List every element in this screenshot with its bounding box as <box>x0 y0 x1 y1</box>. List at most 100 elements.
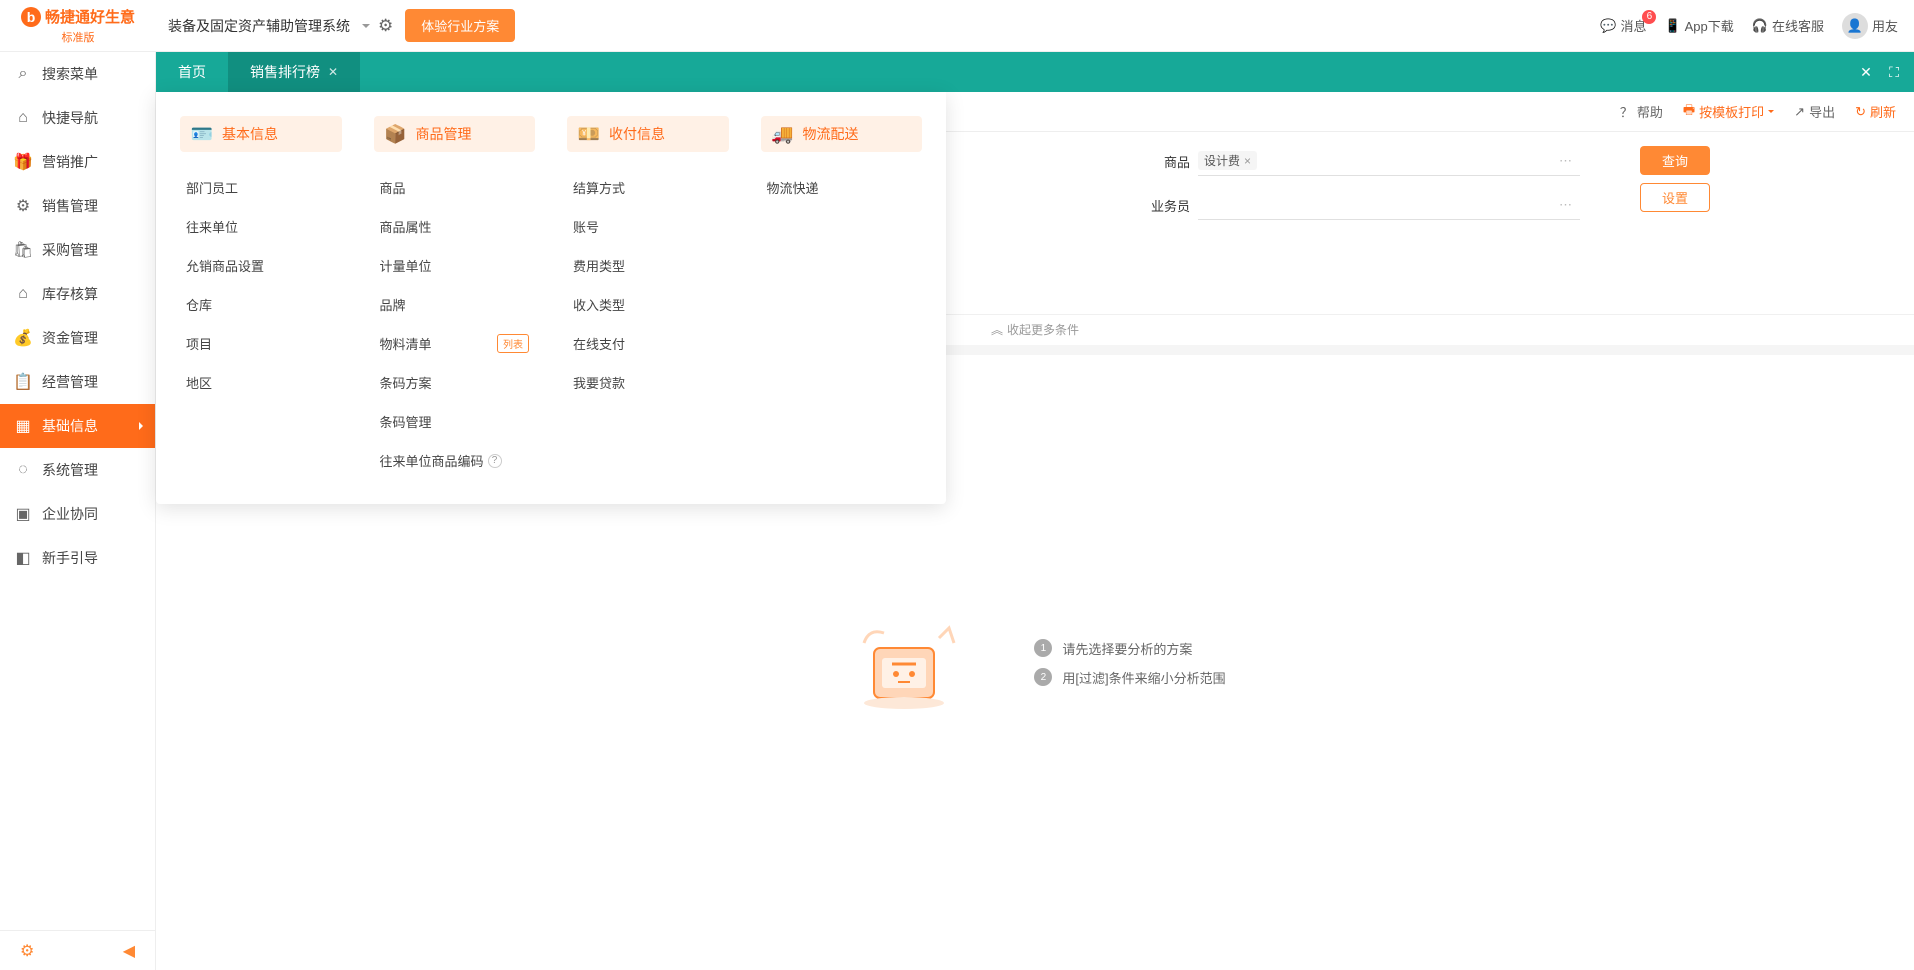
menu-item-allowed-products[interactable]: 允销商品设置 <box>180 246 342 285</box>
sidebar-item-marketing[interactable]: 🎁营销推广 <box>0 140 155 184</box>
close-all-tabs-icon[interactable]: ✕ <box>1854 60 1878 84</box>
menu-item-settlement[interactable]: 结算方式 <box>567 168 729 207</box>
brand-logo[interactable]: b 畅捷通好生意 标准版 <box>0 6 156 45</box>
help-icon[interactable]: ? <box>488 454 502 468</box>
sidebar-item-operation[interactable]: 📋经营管理 <box>0 360 155 404</box>
sidebar-item-quick-nav[interactable]: ⌂快捷导航 <box>0 96 155 140</box>
sidebar-item-label: 销售管理 <box>42 196 98 216</box>
menu-item-account[interactable]: 账号 <box>567 207 729 246</box>
menu-item-partner-product-code[interactable]: 往来单位商品编码 ? <box>374 441 536 480</box>
menu-item-brand[interactable]: 品牌 <box>374 285 536 324</box>
fullscreen-icon[interactable]: ⛶ <box>1882 60 1906 84</box>
menu-item-product[interactable]: 商品 <box>374 168 536 207</box>
sidebar-item-purchase[interactable]: 🛍采购管理 <box>0 228 155 272</box>
tab-sales-ranking[interactable]: 销售排行榜 ✕ <box>228 52 360 92</box>
gift-icon: 🎁 <box>14 153 32 171</box>
product-tag[interactable]: 设计费 × <box>1198 151 1257 170</box>
tabs-bar: 首页 销售排行榜 ✕ ✕ ⛶ <box>156 52 1914 92</box>
empty-step-1: 1 请先选择要分析的方案 <box>1034 639 1225 658</box>
settings-footer-icon[interactable]: ⚙ <box>20 941 34 961</box>
sidebar-item-sales[interactable]: ⚙ 销售管理 <box>0 184 155 228</box>
layout-icon: ◧ <box>14 549 32 567</box>
sidebar-item-search-menu[interactable]: ⌕搜索菜单 <box>0 52 155 96</box>
circle-icon: ◌ <box>14 461 32 479</box>
menu-item-loan[interactable]: 我要贷款 <box>567 363 729 402</box>
chevron-right-icon <box>139 422 147 430</box>
menu-col-product-mgmt: 📦 商品管理 商品 商品属性 计量单位 品牌 物料清单 列表 条码方案 条码管理… <box>360 116 550 480</box>
menu-header-label: 商品管理 <box>416 124 472 144</box>
chat-icon: 💬 <box>1600 18 1616 34</box>
tag-close-icon[interactable]: × <box>1244 154 1251 168</box>
menu-item-unit[interactable]: 计量单位 <box>374 246 536 285</box>
help-button[interactable]: ？帮助 <box>1620 102 1663 121</box>
template-print-button[interactable]: 🖶按模板打印 <box>1683 101 1774 123</box>
settings-button[interactable]: 设置 <box>1640 183 1710 212</box>
sidebar-item-basic-info[interactable]: ▦基础信息 <box>0 404 155 448</box>
menu-item-income-type[interactable]: 收入类型 <box>567 285 729 324</box>
ellipsis-icon[interactable]: ⋯ <box>1559 197 1574 213</box>
collapse-sidebar-icon[interactable]: ◀ <box>123 941 135 961</box>
menu-item-barcode-mgmt[interactable]: 条码管理 <box>374 402 536 441</box>
truck-icon: 🚚 <box>771 122 795 146</box>
mobile-icon: 📱 <box>1664 18 1680 34</box>
sidebar-item-label: 搜索菜单 <box>42 64 98 84</box>
menu-item-partner-units[interactable]: 往来单位 <box>180 207 342 246</box>
chevron-down-icon <box>1768 110 1774 116</box>
menu-item-project[interactable]: 项目 <box>180 324 342 363</box>
menu-header-basic-info: 🪪 基本信息 <box>180 116 342 152</box>
user-menu[interactable]: 👤 用友 <box>1842 13 1898 39</box>
menu-item-warehouse[interactable]: 仓库 <box>180 285 342 324</box>
collapse-conditions-link[interactable]: ︽ 收起更多条件 <box>991 321 1079 338</box>
menu-item-product-attr[interactable]: 商品属性 <box>374 207 536 246</box>
menu-item-barcode-scheme[interactable]: 条码方案 <box>374 363 536 402</box>
user-avatar-icon: 👤 <box>1842 13 1868 39</box>
menu-header-product-mgmt: 📦 商品管理 <box>374 116 536 152</box>
system-select[interactable]: 装备及固定资产辅助管理系统 <box>168 16 370 36</box>
sidebar-item-funds[interactable]: 💰资金管理 <box>0 316 155 360</box>
menu-item-bom[interactable]: 物料清单 列表 <box>374 324 536 363</box>
messages-link[interactable]: 💬 消息 6 <box>1600 16 1646 35</box>
headset-icon: 🎧 <box>1752 18 1768 34</box>
export-button[interactable]: ↗导出 <box>1794 102 1835 121</box>
tab-home[interactable]: 首页 <box>156 52 228 92</box>
refresh-button[interactable]: ↻刷新 <box>1855 102 1896 121</box>
sidebar-item-label: 企业协同 <box>42 504 98 524</box>
menu-item-label: 物料清单 <box>380 334 432 353</box>
chevron-up-icon: ︽ <box>991 321 1003 338</box>
support-label: 在线客服 <box>1772 16 1824 35</box>
sidebar-item-label: 新手引导 <box>42 548 98 568</box>
menu-item-online-pay[interactable]: 在线支付 <box>567 324 729 363</box>
menu-item-express[interactable]: 物流快递 <box>761 168 923 207</box>
home-icon: ⌂ <box>14 109 32 127</box>
salesman-filter-input[interactable]: ⋯ <box>1198 190 1580 220</box>
sidebar-item-system[interactable]: ◌ 系统管理 <box>0 448 155 492</box>
menu-item-region[interactable]: 地区 <box>180 363 342 402</box>
product-filter-label: 商品 <box>1140 152 1190 171</box>
export-label: 导出 <box>1809 102 1835 121</box>
settings-icon[interactable]: ⚙ <box>378 16 393 36</box>
sidebar-item-label: 系统管理 <box>42 460 98 480</box>
salesman-filter-label: 业务员 <box>1140 196 1190 215</box>
step-number-icon: 2 <box>1034 668 1052 686</box>
close-icon[interactable]: ✕ <box>328 65 338 79</box>
menu-item-expense-type[interactable]: 费用类型 <box>567 246 729 285</box>
gear-icon: ⚙ <box>14 197 32 215</box>
support-link[interactable]: 🎧 在线客服 <box>1752 16 1824 35</box>
menu-item-department-staff[interactable]: 部门员工 <box>180 168 342 207</box>
sidebar-item-guide[interactable]: ◧ 新手引导 <box>0 536 155 580</box>
sidebar-footer: ⚙ ◀ <box>0 930 155 970</box>
bag-icon: 🛍 <box>14 241 32 259</box>
help-label: 帮助 <box>1637 102 1663 121</box>
sidebar-item-inventory[interactable]: ⌂库存核算 <box>0 272 155 316</box>
sidebar-item-collab[interactable]: ▣企业协同 <box>0 492 155 536</box>
product-filter-input[interactable]: 设计费 × ⋯ <box>1198 146 1580 176</box>
export-icon: ↗ <box>1794 104 1805 120</box>
product-tag-label: 设计费 <box>1204 152 1240 169</box>
query-button[interactable]: 查询 <box>1640 146 1710 175</box>
app-download-link[interactable]: 📱 App下载 <box>1664 16 1733 35</box>
currency-icon: 💴 <box>577 122 601 146</box>
experience-industry-button[interactable]: 体验行业方案 <box>405 9 515 42</box>
empty-state-icon <box>844 608 984 718</box>
ellipsis-icon[interactable]: ⋯ <box>1559 153 1574 169</box>
product-icon: 📦 <box>384 122 408 146</box>
